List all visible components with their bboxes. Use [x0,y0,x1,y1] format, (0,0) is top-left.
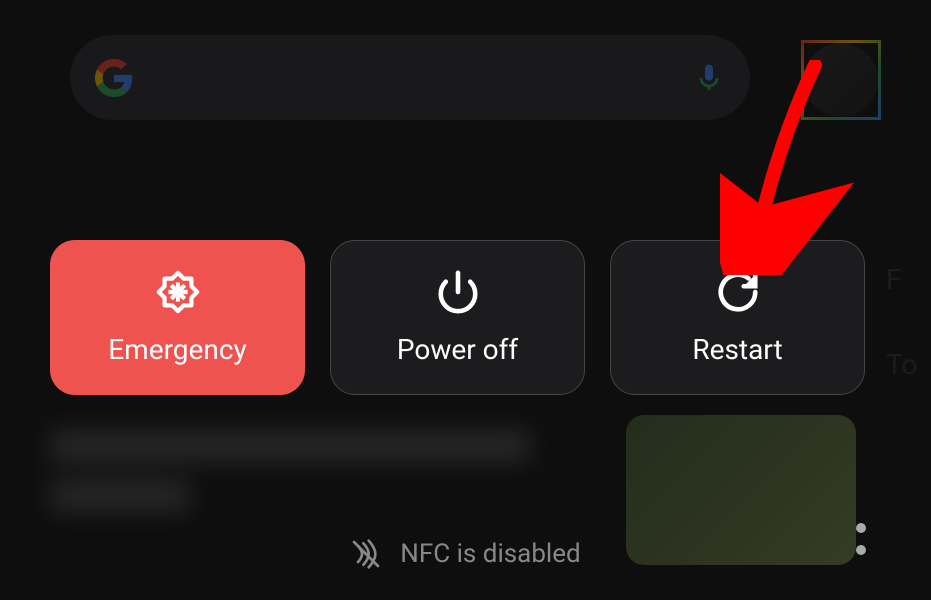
emergency-icon [155,269,201,315]
power-icon [435,269,481,315]
nfc-disabled-icon [350,538,382,570]
profile-avatar [801,40,881,120]
cropped-side-text: F To [886,255,931,391]
emergency-label: Emergency [108,333,246,366]
restart-button[interactable]: Restart [610,240,865,395]
google-logo-icon [95,59,133,97]
nfc-status-text: NFC is disabled [400,539,580,569]
nfc-status: NFC is disabled [0,538,931,570]
emergency-button[interactable]: Emergency [50,240,305,395]
poweroff-label: Power off [397,333,518,366]
google-search-bar [70,35,750,120]
power-menu: Emergency Power off Restart [50,240,865,395]
poweroff-button[interactable]: Power off [330,240,585,395]
restart-label: Restart [692,333,782,366]
restart-icon [715,269,761,315]
more-options-icon[interactable] [856,523,866,555]
microphone-icon [693,62,725,94]
blurred-headline [50,430,550,530]
